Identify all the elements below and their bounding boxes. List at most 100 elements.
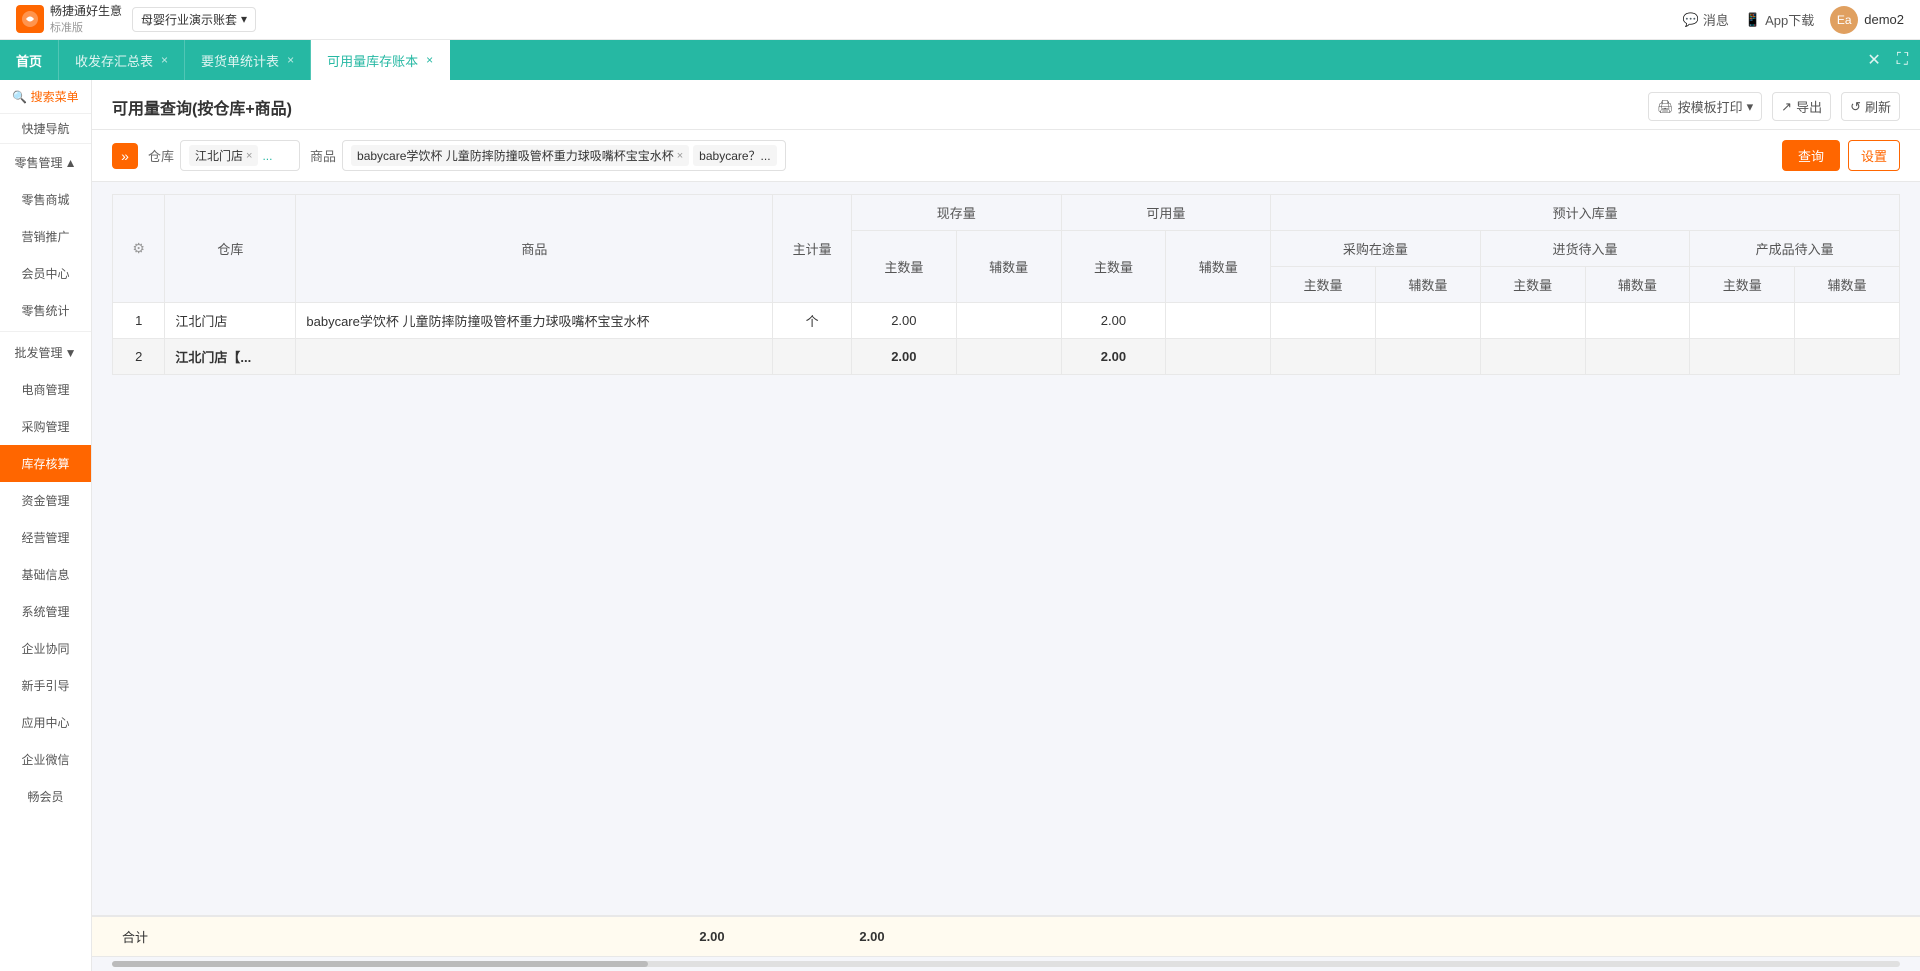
top-bar-right: 💬 消息 📱 App下载 Ea demo2 <box>1683 6 1904 34</box>
expand-icon[interactable]: ⛶ <box>1893 47 1912 73</box>
sidebar-item-system[interactable]: 系统管理 <box>0 593 91 630</box>
setting-button[interactable]: 设置 <box>1848 140 1900 171</box>
tab-available[interactable]: 可用量库存账本 × <box>311 40 450 80</box>
cell-avail-main-1: 2.00 <box>1061 303 1166 339</box>
cell-product-2 <box>296 339 773 375</box>
summary-available-main: 2.00 <box>832 929 912 944</box>
sidebar-item-retail-stats[interactable]: 零售统计 <box>0 292 91 329</box>
tab-order-close[interactable]: × <box>287 53 294 67</box>
sidebar-item-finance[interactable]: 资金管理 <box>0 482 91 519</box>
app-download-button[interactable]: 📱 App下载 <box>1745 10 1814 29</box>
th-stock-group: 现存量 <box>851 195 1061 231</box>
chevron-down-icon: ▾ <box>241 12 247 26</box>
cell-pro-main-2 <box>1690 339 1795 375</box>
sidebar-item-wholesale[interactable]: 批发管理 ▼ <box>0 334 91 371</box>
tab-order[interactable]: 要货单统计表 × <box>185 40 311 80</box>
industry-selector[interactable]: 母婴行业演示账套 ▾ <box>132 7 256 32</box>
warehouse-filter-tag: 江北门店 × <box>189 145 258 166</box>
sidebar-item-member[interactable]: 会员中心 <box>0 255 91 292</box>
th-gear: ⚙ <box>113 195 165 303</box>
th-inbound-group: 进货待入量 <box>1480 231 1690 267</box>
sidebar-item-operations[interactable]: 经营管理 <box>0 519 91 556</box>
message-icon: 💬 <box>1683 12 1699 28</box>
cell-avail-main-2: 2.00 <box>1061 339 1166 375</box>
product-tag-remove-1[interactable]: × <box>677 150 683 162</box>
sidebar-search[interactable]: 🔍 搜索菜单 <box>0 80 91 114</box>
export-icon: ↗ <box>1781 99 1792 115</box>
summary-label: 合计 <box>112 927 612 946</box>
sidebar-item-enterprise[interactable]: 企业协同 <box>0 630 91 667</box>
query-button[interactable]: 查询 <box>1782 140 1840 171</box>
cell-inb-main-2 <box>1480 339 1585 375</box>
sidebar: 🔍 搜索菜单 快捷导航 零售管理 ▲ 零售商城 营销推广 会员中心 零售统计 批… <box>0 80 92 971</box>
sidebar-item-basic[interactable]: 基础信息 <box>0 556 91 593</box>
product-filter-input[interactable]: babycare学饮杯 儿童防摔防撞吸管杯重力球吸嘴杯宝宝水杯 × babyca… <box>342 140 786 171</box>
sidebar-item-inventory[interactable]: 库存核算 <box>0 445 91 482</box>
sidebar-item-wecom[interactable]: 企业微信 <box>0 741 91 778</box>
th-main-unit: 主计量 <box>773 195 852 303</box>
cell-inb-main-1 <box>1480 303 1585 339</box>
th-incoming-group: 预计入库量 <box>1271 195 1900 231</box>
refresh-button[interactable]: ↺ 刷新 <box>1841 92 1900 121</box>
warehouse-filter-input[interactable]: 江北门店 × ... <box>180 140 300 171</box>
top-bar-left: 畅捷通好生意 标准版 母婴行业演示账套 ▾ <box>16 4 256 34</box>
logo-text: 畅捷通好生意 <box>50 4 122 18</box>
horizontal-scrollbar[interactable] <box>112 961 1900 967</box>
scroll-bar-area <box>92 957 1920 971</box>
search-icon: 🔍 <box>12 90 27 104</box>
chevron-down-icon-2: ▾ <box>1747 99 1754 115</box>
tab-home[interactable]: 首页 <box>0 40 59 80</box>
warehouse-tag-remove[interactable]: × <box>246 150 252 162</box>
cell-inb-aux-2 <box>1585 339 1690 375</box>
summary-stock-main: 2.00 <box>672 929 752 944</box>
export-button[interactable]: ↗ 导出 <box>1772 92 1831 121</box>
filter-toggle-button[interactable]: » <box>112 143 138 169</box>
cell-product-1: babycare学饮杯 儿童防摔防撞吸管杯重力球吸嘴杯宝宝水杯 <box>296 303 773 339</box>
table-container: ⚙ 仓库 商品 主计量 现存量 可用量 预计入库量 主数量 辅数量 主数量 辅数… <box>92 182 1920 915</box>
settings-icon[interactable]: ⚙ <box>132 240 145 256</box>
page-header: 可用量查询(按仓库+商品) 🖨 按模板打印 ▾ ↗ 导出 ↺ 刷新 <box>92 80 1920 130</box>
cell-warehouse-1: 江北门店 <box>165 303 296 339</box>
tab-receive[interactable]: 收发存汇总表 × <box>59 40 185 80</box>
print-button[interactable]: 🖨 按模板打印 ▾ <box>1648 92 1762 121</box>
cell-num-2: 2 <box>113 339 165 375</box>
user-area[interactable]: Ea demo2 <box>1830 6 1904 34</box>
logo-icon <box>16 5 44 33</box>
cell-num-1: 1 <box>113 303 165 339</box>
sidebar-item-marketing[interactable]: 营销推广 <box>0 218 91 255</box>
app-download-label: App下载 <box>1765 10 1814 29</box>
th-purchase-aux: 辅数量 <box>1375 267 1480 303</box>
cell-pro-aux-1 <box>1795 303 1900 339</box>
tab-receive-close[interactable]: × <box>161 53 168 67</box>
table-row: 1 江北门店 babycare学饮杯 儿童防摔防撞吸管杯重力球吸嘴杯宝宝水杯 个… <box>113 303 1900 339</box>
th-purchase-group: 采购在途量 <box>1271 231 1481 267</box>
sidebar-item-ecommerce[interactable]: 电商管理 <box>0 371 91 408</box>
content-area: 可用量查询(按仓库+商品) 🖨 按模板打印 ▾ ↗ 导出 ↺ 刷新 <box>92 80 1920 971</box>
sidebar-item-retail-shop[interactable]: 零售商城 <box>0 181 91 218</box>
product-filter-label: 商品 <box>310 146 336 165</box>
th-inbound-main: 主数量 <box>1480 267 1585 303</box>
close-all-icon[interactable]: ✕ <box>1863 46 1884 74</box>
chevron-icon: ▲ <box>65 156 77 170</box>
sidebar-item-vip[interactable]: 畅会员 <box>0 778 91 815</box>
cell-stock-main-2: 2.00 <box>851 339 956 375</box>
logo-sub: 标准版 <box>50 19 122 35</box>
th-stock-main: 主数量 <box>851 231 956 303</box>
page-title: 可用量查询(按仓库+商品) <box>112 95 292 119</box>
cell-pur-aux-1 <box>1375 303 1480 339</box>
sidebar-item-apps[interactable]: 应用中心 <box>0 704 91 741</box>
tab-available-close[interactable]: × <box>426 53 433 67</box>
table-row: 2 江北门店【... 2.00 2.00 <box>113 339 1900 375</box>
warehouse-filter-more[interactable]: ... <box>262 149 272 163</box>
message-button[interactable]: 💬 消息 <box>1683 10 1729 29</box>
sidebar-item-purchase[interactable]: 采购管理 <box>0 408 91 445</box>
cell-inb-aux-1 <box>1585 303 1690 339</box>
tab-home-label: 首页 <box>16 51 42 70</box>
product-filter-tag-1: babycare学饮杯 儿童防摔防撞吸管杯重力球吸嘴杯宝宝水杯 × <box>351 145 689 166</box>
message-label: 消息 <box>1703 10 1729 29</box>
refresh-icon: ↺ <box>1850 99 1861 115</box>
sidebar-item-retail[interactable]: 零售管理 ▲ <box>0 144 91 181</box>
sidebar-quick-nav[interactable]: 快捷导航 <box>0 114 91 144</box>
sidebar-item-newbie[interactable]: 新手引导 <box>0 667 91 704</box>
th-warehouse: 仓库 <box>165 195 296 303</box>
